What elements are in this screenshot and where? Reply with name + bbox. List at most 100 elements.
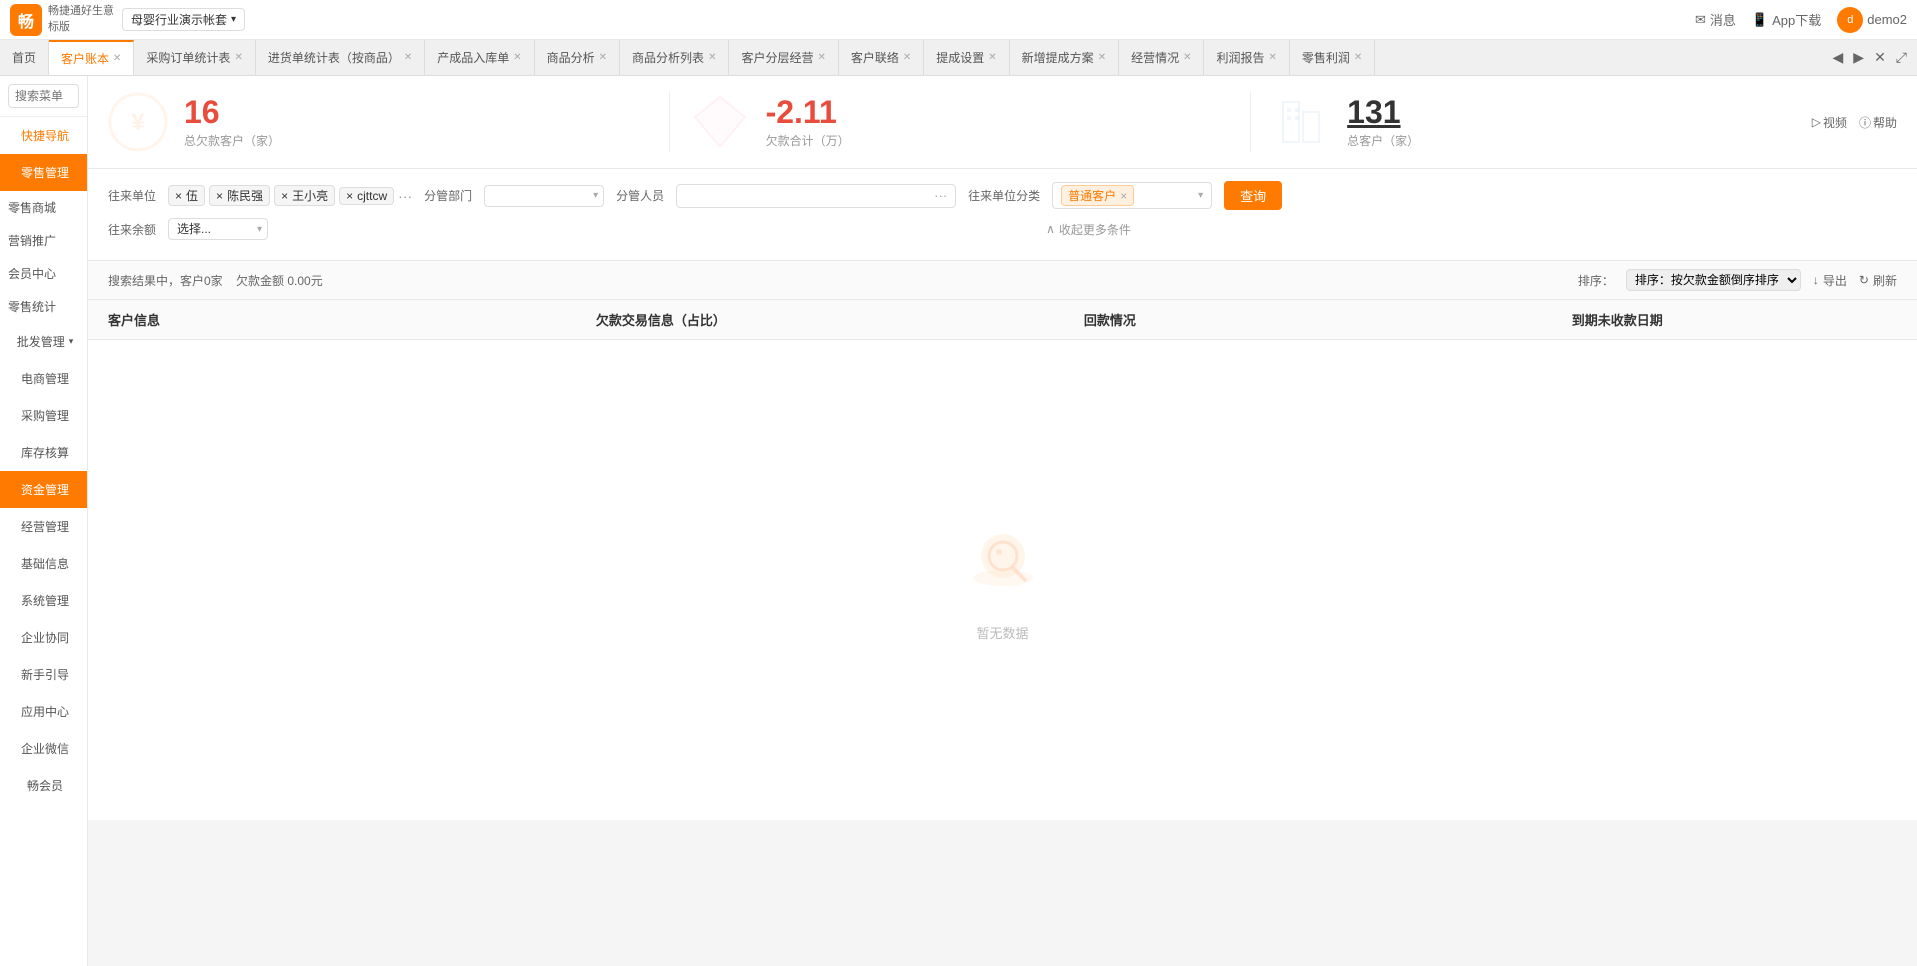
sidebar-search-input[interactable] <box>8 84 79 108</box>
category-tag: 普通客户 × <box>1061 185 1134 206</box>
close-icon[interactable]: ✕ <box>1269 52 1277 63</box>
tab-retail-profit[interactable]: 零售利润 ✕ <box>1290 40 1375 76</box>
close-icon[interactable]: ✕ <box>817 52 825 63</box>
close-icon[interactable]: ✕ <box>708 52 716 63</box>
close-icon[interactable]: ✕ <box>513 52 521 63</box>
close-icon[interactable]: ✕ <box>234 52 242 63</box>
sidebar-item-label: 批发管理 <box>17 333 65 350</box>
sidebar-item-label: 资金管理 <box>21 483 69 497</box>
stats-area: ¥ 16 总欠款客户（家） -2.11 欠款合计（万） <box>88 76 1917 169</box>
sidebar-item-quick-nav[interactable]: 快捷导航 <box>0 117 87 154</box>
export-btn[interactable]: ↓ 导出 <box>1813 272 1847 289</box>
category-remove-icon[interactable]: × <box>1120 189 1127 203</box>
col-repayment: 回款情况 <box>1084 310 1572 329</box>
close-icon[interactable]: ✕ <box>1354 52 1362 63</box>
close-icon[interactable]: ✕ <box>113 53 121 64</box>
chevron-down-icon[interactable]: ▾ <box>1198 190 1203 201</box>
more-tags-btn[interactable]: ··· <box>398 188 412 204</box>
tab-goods-stats[interactable]: 进货单统计表（按商品） ✕ <box>256 40 425 76</box>
tab-product-in[interactable]: 产成品入库单 ✕ <box>425 40 534 76</box>
sidebar-item-wholesale[interactable]: 批发管理 ▾ <box>0 323 87 360</box>
category-select-wrap[interactable]: 普通客户 × ▾ <box>1052 182 1212 209</box>
sidebar-item-purchase[interactable]: 采购管理 <box>0 397 87 434</box>
sidebar-item-newbie[interactable]: 新手引导 <box>0 656 87 693</box>
sidebar-sub-marketing[interactable]: 营销推广 <box>0 224 87 257</box>
refresh-icon: ↻ <box>1859 273 1869 287</box>
stat-icon-diamond <box>690 92 750 152</box>
close-icon[interactable]: ✕ <box>404 52 412 63</box>
sidebar-sub-retail-mall[interactable]: 零售商城 <box>0 191 87 224</box>
sort-select[interactable]: 排序：按欠款金额倒序排序 <box>1626 269 1801 291</box>
tab-home[interactable]: 首页 <box>0 40 49 76</box>
tab-next-icon[interactable]: ▶ <box>1849 47 1868 68</box>
stat-label-total: 总客户（家） <box>1347 132 1419 149</box>
stat-info-amount: -2.11 欠款合计（万） <box>766 96 850 149</box>
sidebar-item-wechat[interactable]: 企业微信 <box>0 730 87 767</box>
app-download-action[interactable]: 📱 App下载 <box>1752 10 1821 29</box>
sidebar-item-vip[interactable]: 畅会员 <box>0 767 87 804</box>
collapse-wrap: ∧ 收起更多条件 <box>280 221 1897 238</box>
info-icon: ⓘ <box>1859 114 1871 131</box>
tab-maximize-icon[interactable]: ⤢ <box>1892 47 1911 68</box>
tab-customer-layer[interactable]: 客户分层经营 ✕ <box>729 40 838 76</box>
tab-prev-icon[interactable]: ◀ <box>1829 47 1848 68</box>
tab-close-all-icon[interactable]: ✕ <box>1870 47 1890 68</box>
dept-select[interactable] <box>484 185 604 207</box>
unit-tag-3: × cjttcw <box>339 187 394 205</box>
chevron-down-icon: ▾ <box>69 336 74 347</box>
balance-select[interactable]: 选择... <box>168 218 268 240</box>
sidebar-item-finance[interactable]: 资金管理 <box>0 471 87 508</box>
refresh-btn[interactable]: ↻ 刷新 <box>1859 272 1897 289</box>
sidebar: 快捷导航 零售管理 零售商城 营销推广 会员中心 零售统计 批发管理 ▾ 电商管… <box>0 76 88 966</box>
sidebar-sub-member[interactable]: 会员中心 <box>0 257 87 290</box>
sidebar-item-label: 新手引导 <box>21 668 69 682</box>
video-help[interactable]: ▷ 视频 <box>1812 114 1847 131</box>
sidebar-item-ecommerce[interactable]: 电商管理 <box>0 360 87 397</box>
dept-filter-label: 分管部门 <box>424 187 472 204</box>
close-icon[interactable]: ✕ <box>988 52 996 63</box>
tab-goods-analysis-list[interactable]: 商品分析列表 ✕ <box>620 40 729 76</box>
close-icon[interactable]: ✕ <box>903 52 911 63</box>
user-action[interactable]: d demo2 <box>1837 7 1907 33</box>
tab-purchase-order[interactable]: 采购订单统计表 ✕ <box>134 40 255 76</box>
close-icon[interactable]: ✕ <box>599 52 607 63</box>
close-icon[interactable]: ✕ <box>1098 52 1106 63</box>
collapse-button[interactable]: ∧ 收起更多条件 <box>1046 221 1131 238</box>
filter-row-1: 往来单位 × 伍 × 陈民强 × 王小亮 <box>108 181 1897 210</box>
result-amount: 欠款金额 0.00元 <box>236 274 323 288</box>
sidebar-item-retail-management[interactable]: 零售管理 <box>0 154 87 191</box>
query-button[interactable]: 查询 <box>1224 181 1282 210</box>
tab-profit-report[interactable]: 利润报告 ✕ <box>1204 40 1289 76</box>
manager-input[interactable] <box>681 187 930 205</box>
stat-value-total: 131 <box>1347 96 1419 128</box>
manager-filter-label: 分管人员 <box>616 187 664 204</box>
sidebar-item-app-center[interactable]: 应用中心 <box>0 693 87 730</box>
tab-commission-setting[interactable]: 提成设置 ✕ <box>924 40 1009 76</box>
svg-text:¥: ¥ <box>131 109 145 136</box>
tab-operation[interactable]: 经营情况 ✕ <box>1119 40 1204 76</box>
tab-add-commission[interactable]: 新增提成方案 ✕ <box>1010 40 1119 76</box>
stat-value-customers: 16 <box>184 96 280 128</box>
sidebar-item-label: 库存核算 <box>21 446 69 460</box>
sidebar-item-operation[interactable]: 经营管理 <box>0 508 87 545</box>
sidebar-sub-retail-stats[interactable]: 零售统计 <box>0 290 87 323</box>
sidebar-item-system[interactable]: 系统管理 <box>0 582 87 619</box>
help-btn[interactable]: ⓘ 帮助 <box>1859 114 1897 131</box>
message-action[interactable]: ✉ 消息 <box>1695 10 1736 29</box>
close-icon[interactable]: ✕ <box>1183 52 1191 63</box>
tab-goods-analysis[interactable]: 商品分析 ✕ <box>535 40 620 76</box>
play-icon: ▷ <box>1812 115 1821 129</box>
empty-icon <box>963 518 1043 615</box>
industry-select[interactable]: 母婴行业演示帐套 ▾ <box>122 8 245 31</box>
top-bar: 畅 畅捷通好生意标版 母婴行业演示帐套 ▾ ✉ 消息 📱 App下载 d dem… <box>0 0 1917 40</box>
stat-block-customers: ¥ 16 总欠款客户（家） <box>108 92 670 152</box>
manager-more-icon[interactable]: ··· <box>930 188 951 203</box>
sidebar-sub-label: 营销推广 <box>8 234 56 248</box>
tab-customer-contact[interactable]: 客户联络 ✕ <box>839 40 924 76</box>
tab-purchase-order-label: 采购订单统计表 <box>146 49 230 66</box>
sidebar-item-label: 应用中心 <box>21 705 69 719</box>
sidebar-item-enterprise[interactable]: 企业协同 <box>0 619 87 656</box>
tab-customer-ledger[interactable]: 客户账本 ✕ <box>49 40 134 76</box>
sidebar-item-basic-info[interactable]: 基础信息 <box>0 545 87 582</box>
sidebar-item-inventory[interactable]: 库存核算 <box>0 434 87 471</box>
